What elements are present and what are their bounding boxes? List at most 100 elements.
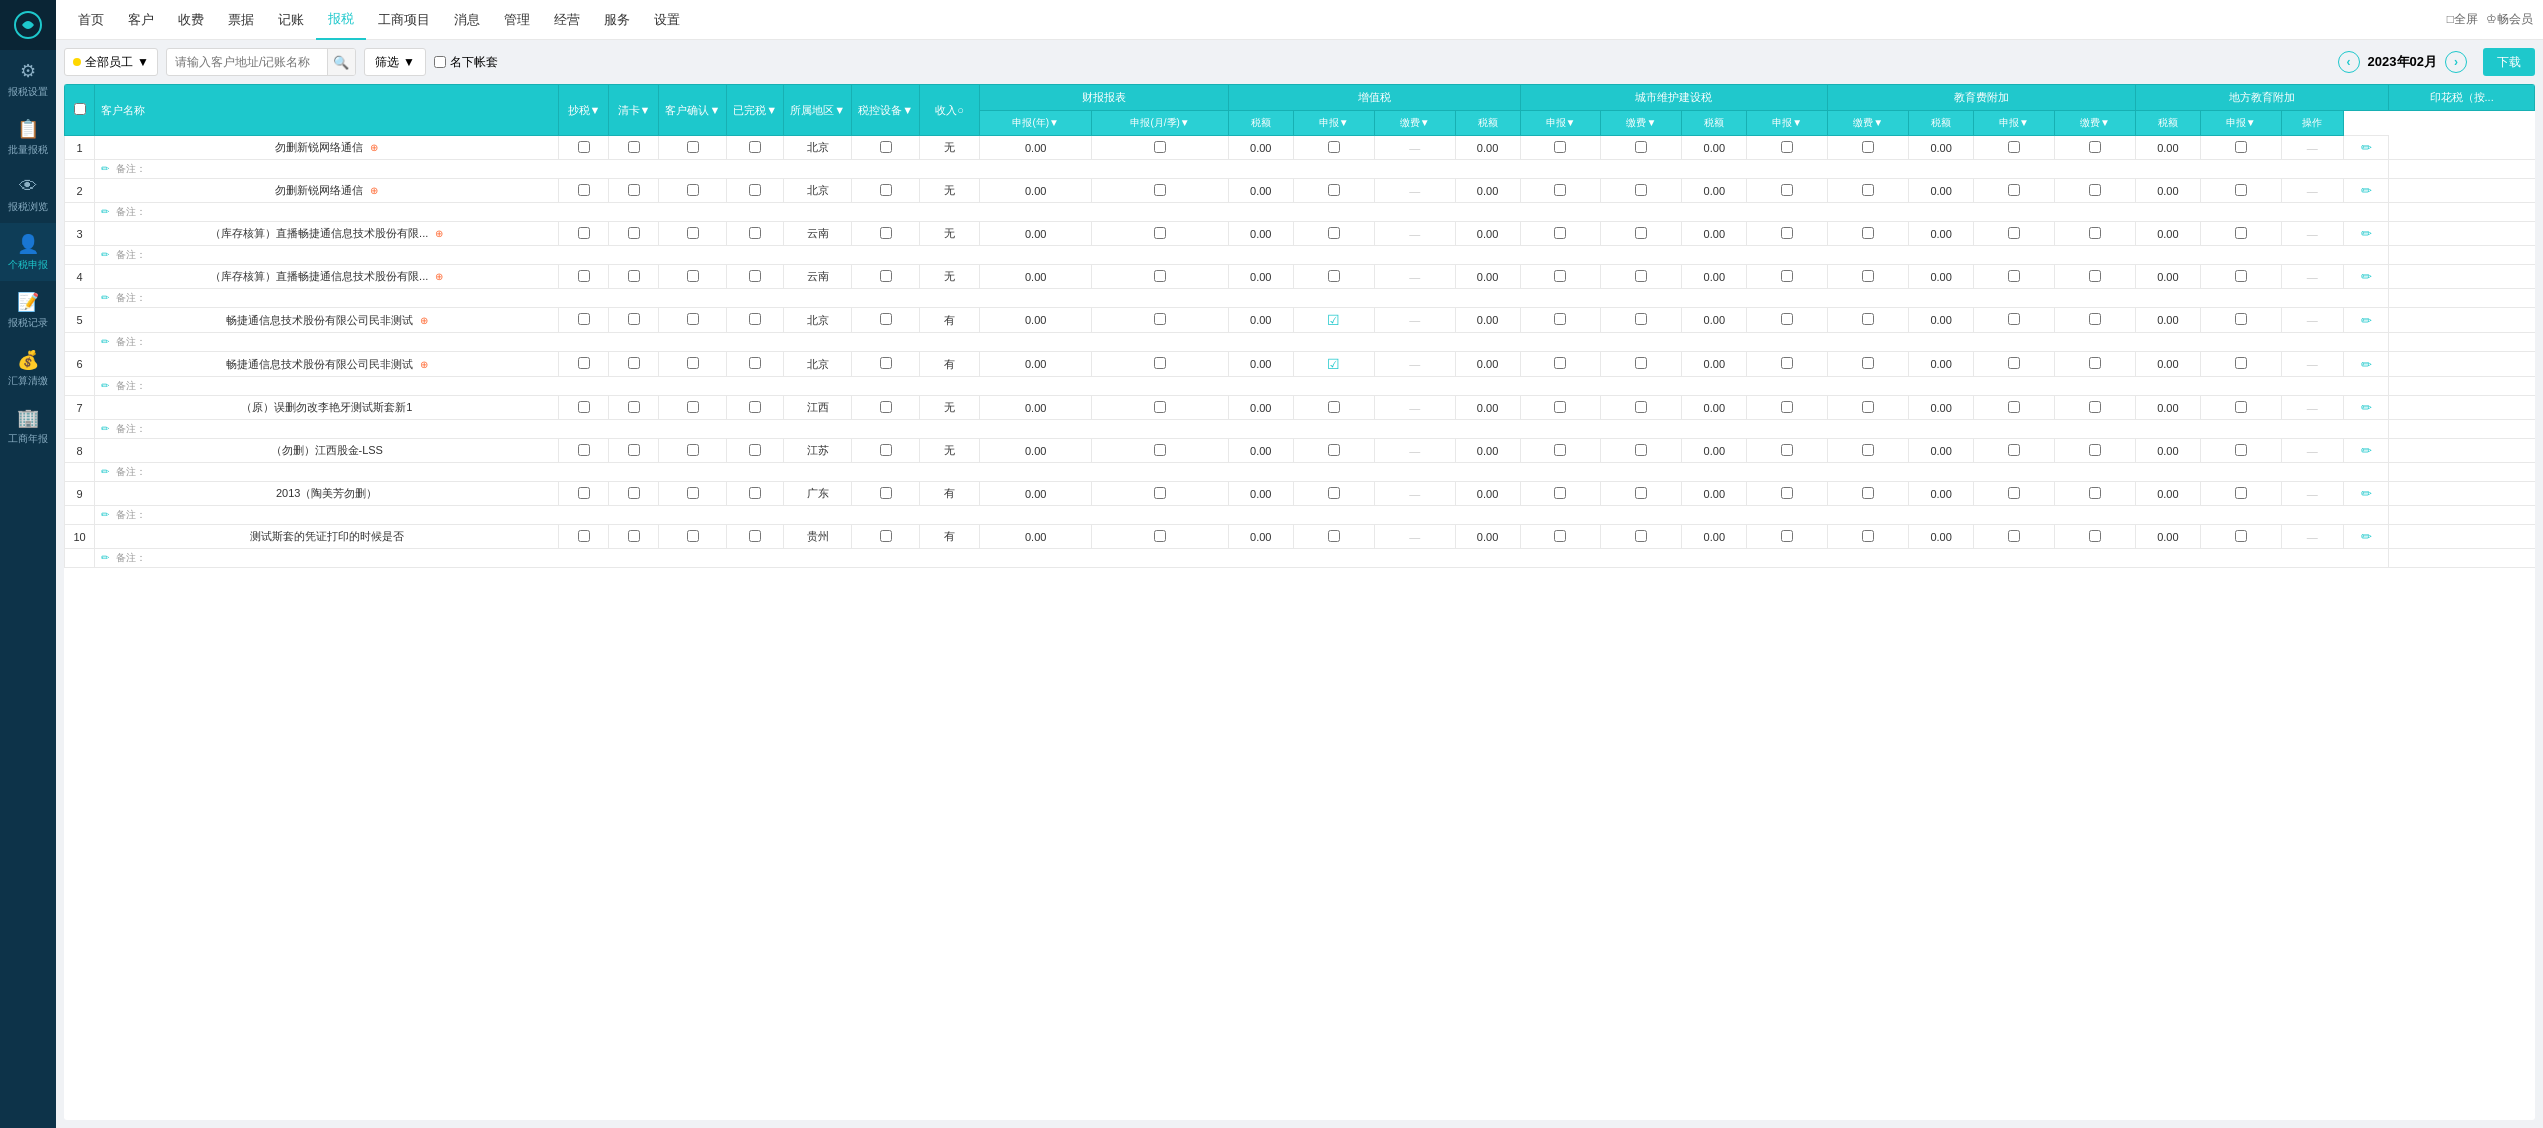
qingka-checkbox[interactable] xyxy=(628,270,640,282)
cell-edit[interactable]: ✏ xyxy=(2343,136,2388,160)
yh-sb-checkbox[interactable] xyxy=(2235,530,2247,542)
yh-sb-checkbox[interactable] xyxy=(2235,141,2247,153)
caibao-month-checkbox[interactable] xyxy=(1154,444,1166,456)
cs-sb-checkbox[interactable] xyxy=(1554,487,1566,499)
yh-sb-checkbox[interactable] xyxy=(2235,313,2247,325)
cs-sb-checkbox[interactable] xyxy=(1554,227,1566,239)
sidebar-item-huisuanqingjiao[interactable]: 💰 汇算清缴 xyxy=(0,339,56,397)
cs-jf-checkbox[interactable] xyxy=(1635,313,1647,325)
nav-jizhang[interactable]: 记账 xyxy=(266,0,316,40)
cell-edit[interactable]: ✏ xyxy=(2343,222,2388,246)
df-sb-checkbox[interactable] xyxy=(2008,313,2020,325)
df-sb-checkbox[interactable] xyxy=(2008,357,2020,369)
chaoshui-checkbox[interactable] xyxy=(578,141,590,153)
df-sb-checkbox[interactable] xyxy=(2008,401,2020,413)
shuikong-checkbox[interactable] xyxy=(880,530,892,542)
kehu-queren-checkbox[interactable] xyxy=(687,357,699,369)
nav-gongshang[interactable]: 工商项目 xyxy=(366,0,442,40)
jy-sb-checkbox[interactable] xyxy=(1781,270,1793,282)
caibao-month-checkbox[interactable] xyxy=(1154,530,1166,542)
yh-sb-checkbox[interactable] xyxy=(2235,487,2247,499)
cs-jf-checkbox[interactable] xyxy=(1635,530,1647,542)
chaoshui-checkbox[interactable] xyxy=(578,313,590,325)
kehu-queren-checkbox[interactable] xyxy=(687,487,699,499)
edit-icon[interactable]: ✏ xyxy=(2361,313,2372,328)
df-jf-checkbox[interactable] xyxy=(2089,184,2101,196)
sidebar-item-baoshuijilu[interactable]: 📝 报税记录 xyxy=(0,281,56,339)
note-edit-icon[interactable]: ✏ xyxy=(101,552,109,563)
checkbox-input[interactable] xyxy=(434,56,446,68)
yiwanshui-checkbox[interactable] xyxy=(749,270,761,282)
jy-jf-checkbox[interactable] xyxy=(1862,141,1874,153)
caibao-month-checkbox[interactable] xyxy=(1154,270,1166,282)
cell-edit[interactable]: ✏ xyxy=(2343,525,2388,549)
df-sb-checkbox[interactable] xyxy=(2008,184,2020,196)
cs-sb-checkbox[interactable] xyxy=(1554,357,1566,369)
zzs-sb-checkbox[interactable] xyxy=(1328,184,1340,196)
note-edit-icon[interactable]: ✏ xyxy=(101,163,109,174)
cell-edit[interactable]: ✏ xyxy=(2343,308,2388,333)
edit-icon[interactable]: ✏ xyxy=(2361,183,2372,198)
yiwanshui-checkbox[interactable] xyxy=(749,444,761,456)
chaoshui-checkbox[interactable] xyxy=(578,357,590,369)
chaoshui-checkbox[interactable] xyxy=(578,227,590,239)
jy-jf-checkbox[interactable] xyxy=(1862,357,1874,369)
nav-fuwu[interactable]: 服务 xyxy=(592,0,642,40)
jy-sb-checkbox[interactable] xyxy=(1781,530,1793,542)
caibao-month-checkbox[interactable] xyxy=(1154,184,1166,196)
qingka-checkbox[interactable] xyxy=(628,530,640,542)
shuikong-checkbox[interactable] xyxy=(880,487,892,499)
cs-sb-checkbox[interactable] xyxy=(1554,270,1566,282)
qingka-checkbox[interactable] xyxy=(628,184,640,196)
cs-jf-checkbox[interactable] xyxy=(1635,184,1647,196)
caibao-month-checkbox[interactable] xyxy=(1154,141,1166,153)
download-button[interactable]: 下载 xyxy=(2483,48,2535,76)
jy-jf-checkbox[interactable] xyxy=(1862,227,1874,239)
jy-sb-checkbox[interactable] xyxy=(1781,444,1793,456)
note-edit-icon[interactable]: ✏ xyxy=(101,466,109,477)
jy-jf-checkbox[interactable] xyxy=(1862,444,1874,456)
kehu-queren-checkbox[interactable] xyxy=(687,313,699,325)
cs-jf-checkbox[interactable] xyxy=(1635,401,1647,413)
df-jf-checkbox[interactable] xyxy=(2089,487,2101,499)
zzs-sb-checkbox[interactable] xyxy=(1328,141,1340,153)
filter-button[interactable]: 筛选 ▼ xyxy=(364,48,426,76)
jy-jf-checkbox[interactable] xyxy=(1862,487,1874,499)
jy-jf-checkbox[interactable] xyxy=(1862,270,1874,282)
jy-sb-checkbox[interactable] xyxy=(1781,401,1793,413)
sidebar-item-geshuishenbao[interactable]: 👤 个税申报 xyxy=(0,223,56,281)
note-edit-icon[interactable]: ✏ xyxy=(101,292,109,303)
yiwanshui-checkbox[interactable] xyxy=(749,357,761,369)
df-jf-checkbox[interactable] xyxy=(2089,270,2101,282)
jy-sb-checkbox[interactable] xyxy=(1781,313,1793,325)
note-edit-icon[interactable]: ✏ xyxy=(101,336,109,347)
cell-edit[interactable]: ✏ xyxy=(2343,179,2388,203)
edit-icon[interactable]: ✏ xyxy=(2361,140,2372,155)
cs-jf-checkbox[interactable] xyxy=(1635,444,1647,456)
qingka-checkbox[interactable] xyxy=(628,227,640,239)
date-next-button[interactable]: › xyxy=(2445,51,2467,73)
checkbox-mingxiazhangtao[interactable]: 名下帐套 xyxy=(434,54,498,71)
shuikong-checkbox[interactable] xyxy=(880,357,892,369)
df-jf-checkbox[interactable] xyxy=(2089,444,2101,456)
shuikong-checkbox[interactable] xyxy=(880,184,892,196)
zzs-sb-checkbox[interactable] xyxy=(1328,444,1340,456)
yh-sb-checkbox[interactable] xyxy=(2235,401,2247,413)
date-prev-button[interactable]: ‹ xyxy=(2338,51,2360,73)
yiwanshui-checkbox[interactable] xyxy=(749,401,761,413)
chaoshui-checkbox[interactable] xyxy=(578,530,590,542)
sidebar-item-piliangbaoshui[interactable]: 📋 批量报税 xyxy=(0,108,56,166)
search-input[interactable] xyxy=(167,55,327,69)
df-sb-checkbox[interactable] xyxy=(2008,227,2020,239)
note-edit-icon[interactable]: ✏ xyxy=(101,206,109,217)
chaoshui-checkbox[interactable] xyxy=(578,487,590,499)
search-button[interactable]: 🔍 xyxy=(327,48,355,76)
edit-icon[interactable]: ✏ xyxy=(2361,400,2372,415)
jy-sb-checkbox[interactable] xyxy=(1781,357,1793,369)
nav-shezhi[interactable]: 设置 xyxy=(642,0,692,40)
cell-edit[interactable]: ✏ xyxy=(2343,482,2388,506)
df-jf-checkbox[interactable] xyxy=(2089,141,2101,153)
caibao-month-checkbox[interactable] xyxy=(1154,487,1166,499)
cell-edit[interactable]: ✏ xyxy=(2343,265,2388,289)
nav-baoshui[interactable]: 报税 xyxy=(316,0,366,40)
